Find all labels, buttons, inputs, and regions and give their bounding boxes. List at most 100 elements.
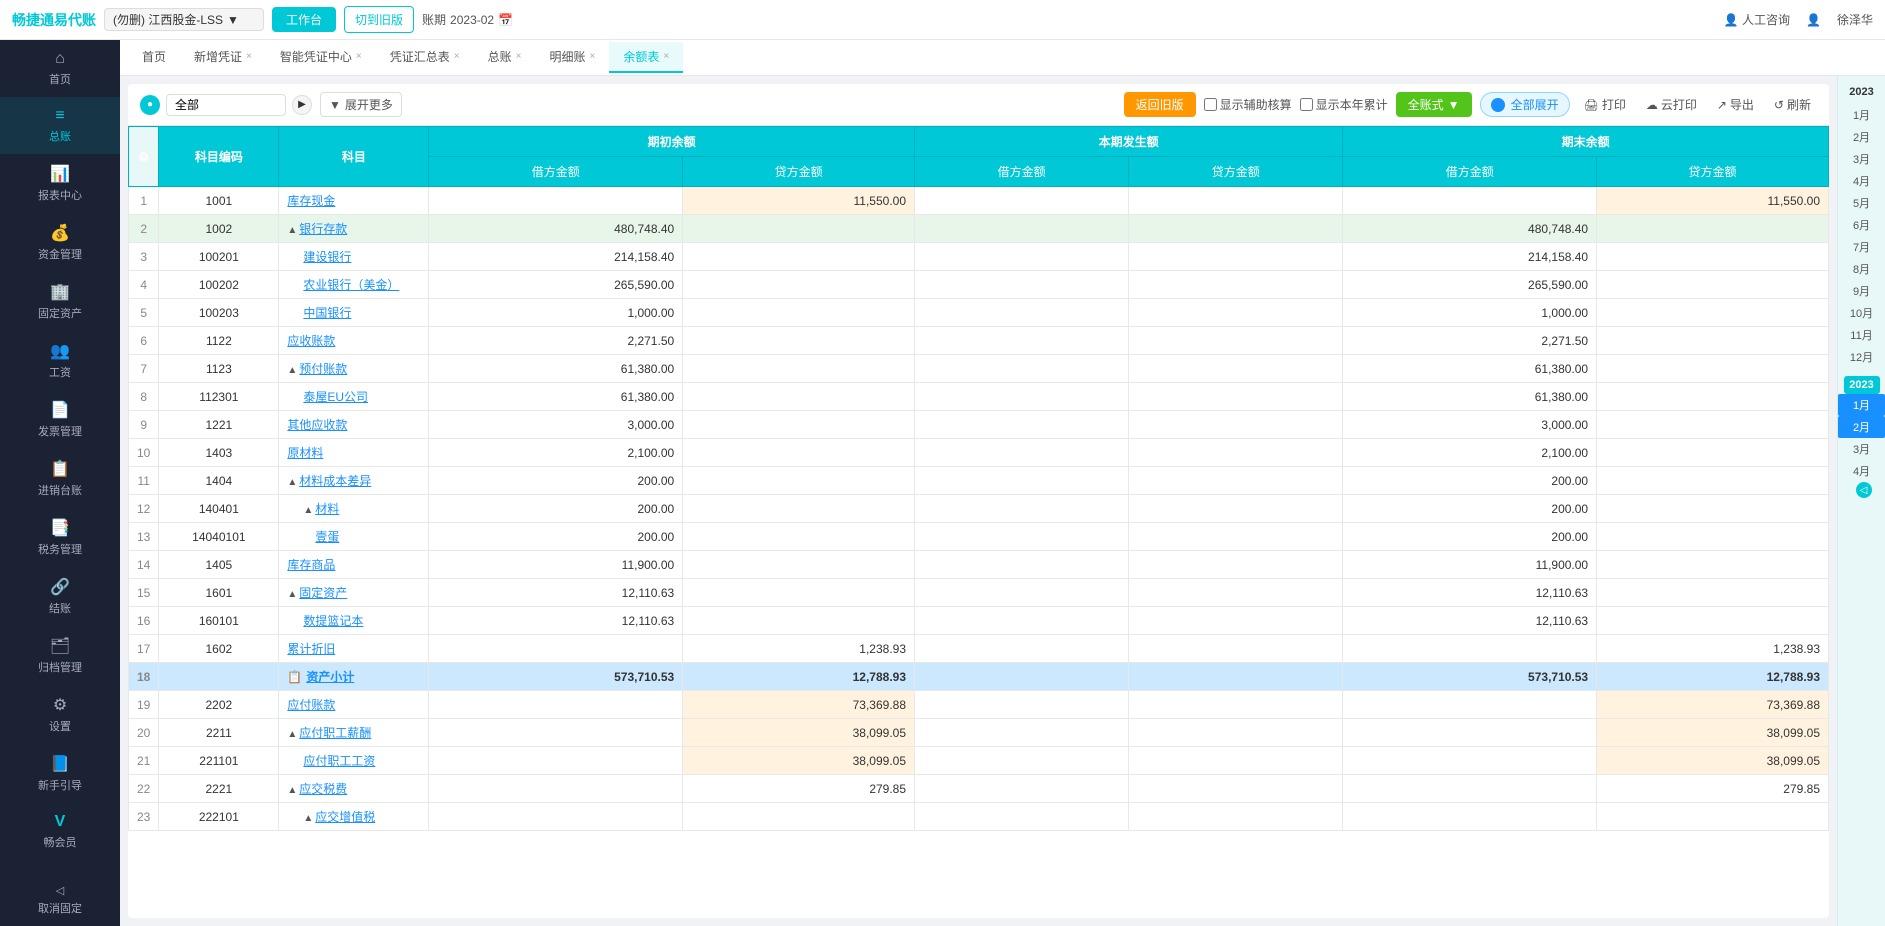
month-current-1[interactable]: 1月 xyxy=(1838,394,1885,416)
subject-name-link[interactable]: 农业银行（美金） xyxy=(303,278,399,292)
subject-name-link[interactable]: 中国银行 xyxy=(303,306,351,320)
month-9[interactable]: 9月 xyxy=(1838,280,1885,302)
cell-name[interactable]: 原材料 xyxy=(279,439,429,467)
company-selector[interactable]: (勿删) 江西股金-LSS ▼ xyxy=(104,8,264,31)
print-btn[interactable]: 🖨 打印 xyxy=(1578,93,1632,116)
col-settings[interactable]: ⚙ xyxy=(129,127,159,187)
sidebar-item-payroll[interactable]: 👥 工资 xyxy=(0,331,120,390)
cell-name[interactable]: 📋资产小计 xyxy=(279,663,429,691)
cell-name[interactable]: 中国银行 xyxy=(279,299,429,327)
sidebar-item-home[interactable]: ⌂ 首页 xyxy=(0,40,120,97)
sidebar-item-guide[interactable]: 📘 新手引导 xyxy=(0,744,120,803)
tab-home[interactable]: 首页 xyxy=(128,42,180,73)
expand-arrow-icon[interactable]: ▲ xyxy=(303,813,313,824)
sidebar-item-invoice[interactable]: 📄 发票管理 xyxy=(0,390,120,449)
month-8[interactable]: 8月 xyxy=(1838,258,1885,280)
subject-name-link[interactable]: 建设银行 xyxy=(303,250,351,264)
workbench-button[interactable]: 工作台 xyxy=(272,7,336,32)
expand-arrow-icon[interactable]: ▲ xyxy=(287,729,297,740)
switch-version-button[interactable]: 切到旧版 xyxy=(344,6,414,33)
cell-name[interactable]: 库存现金 xyxy=(279,187,429,215)
month-current-3[interactable]: 3月 xyxy=(1838,438,1885,460)
tab-close-detail[interactable]: × xyxy=(589,51,595,62)
expand-arrow-icon[interactable]: ▲ xyxy=(287,589,297,600)
sidebar-item-archive[interactable]: 🗂 归档管理 xyxy=(0,626,120,685)
tab-detail-ledger[interactable]: 明细账 × xyxy=(535,42,609,73)
subject-name-link[interactable]: 预付账款 xyxy=(299,362,347,376)
period-calendar-icon[interactable]: 📅 xyxy=(498,13,513,27)
month-current-4[interactable]: 4月 xyxy=(1838,460,1885,482)
return-old-btn[interactable]: 返回旧版 xyxy=(1124,92,1196,117)
format-btn[interactable]: 全账式 ▼ xyxy=(1396,92,1472,117)
cell-name[interactable]: ▲应付职工薪酬 xyxy=(279,719,429,747)
cell-name[interactable]: ▲应交税费 xyxy=(279,775,429,803)
month-4[interactable]: 4月 xyxy=(1838,170,1885,192)
sidebar-item-ledger[interactable]: ≡ 总账 xyxy=(0,97,120,154)
expand-arrow-icon[interactable]: ▲ xyxy=(287,365,297,376)
expand-arrow-icon[interactable]: ▲ xyxy=(303,505,313,516)
subject-name-link[interactable]: 库存现金 xyxy=(287,194,335,208)
month-3[interactable]: 3月 xyxy=(1838,148,1885,170)
export-btn[interactable]: ↗ 导出 xyxy=(1711,93,1760,116)
cell-name[interactable]: 应收账款 xyxy=(279,327,429,355)
month-12[interactable]: 12月 xyxy=(1838,346,1885,368)
cell-name[interactable]: 泰屋EU公司 xyxy=(279,383,429,411)
sidebar-unpin-button[interactable]: ◁ 取消固定 xyxy=(0,874,120,926)
month-1[interactable]: 1月 xyxy=(1838,104,1885,126)
sidebar-item-close[interactable]: 🔗 结账 xyxy=(0,567,120,626)
subject-name-link[interactable]: 原材料 xyxy=(287,446,323,460)
year-2023-label[interactable]: 2023 xyxy=(1845,80,1877,104)
sidebar-item-purchase[interactable]: 📋 进销台账 xyxy=(0,449,120,508)
sidebar-item-settings[interactable]: ⚙ 设置 xyxy=(0,685,120,744)
cell-name[interactable]: 建设银行 xyxy=(279,243,429,271)
month-11[interactable]: 11月 xyxy=(1838,324,1885,346)
subject-name-link[interactable]: 其他应收款 xyxy=(287,418,347,432)
cell-name[interactable]: ▲材料 xyxy=(279,495,429,523)
subject-name-link[interactable]: 数提篮记本 xyxy=(303,614,363,628)
cell-name[interactable]: 库存商品 xyxy=(279,551,429,579)
subject-name-link[interactable]: 泰屋EU公司 xyxy=(303,390,368,404)
sidebar-item-reports[interactable]: 📊 报表中心 xyxy=(0,154,120,213)
month-current-2[interactable]: 2月 xyxy=(1838,416,1885,438)
filter-all-btn[interactable]: ● xyxy=(140,95,160,115)
tab-close-ledger[interactable]: × xyxy=(516,51,522,62)
auxiliary-checkbox[interactable] xyxy=(1204,98,1217,111)
expand-arrow-icon[interactable]: ▲ xyxy=(287,477,297,488)
month-6[interactable]: 6月 xyxy=(1838,214,1885,236)
cell-name[interactable]: ▲应交增值税 xyxy=(279,803,429,831)
show-auxiliary-check[interactable]: 显示辅助核算 xyxy=(1204,96,1292,113)
consult-btn[interactable]: 👤 人工咨询 xyxy=(1724,11,1790,28)
tab-voucher-summary[interactable]: 凭证汇总表 × xyxy=(376,42,474,73)
filter-arrow-btn[interactable]: ▶ xyxy=(292,95,312,115)
tab-ledger[interactable]: 总账 × xyxy=(474,42,536,73)
sidebar-item-fund[interactable]: 💰 资金管理 xyxy=(0,213,120,272)
subject-name-link[interactable]: 固定资产 xyxy=(299,586,347,600)
cumulative-checkbox[interactable] xyxy=(1300,98,1313,111)
cell-name[interactable]: 应付账款 xyxy=(279,691,429,719)
subject-name-link[interactable]: 累计折旧 xyxy=(287,642,335,656)
cell-name[interactable]: ▲银行存款 xyxy=(279,215,429,243)
tab-close-voucher-summary[interactable]: × xyxy=(454,51,460,62)
tab-smart-voucher[interactable]: 智能凭证中心 × xyxy=(266,42,376,73)
cell-name[interactable]: 累计折旧 xyxy=(279,635,429,663)
sidebar-item-assets[interactable]: 🏢 固定资产 xyxy=(0,272,120,331)
expand-more-btn[interactable]: ▼ 展开更多 xyxy=(320,92,402,117)
subject-name-link[interactable]: 材料 xyxy=(315,502,339,516)
subject-name-link[interactable]: 应付职工工资 xyxy=(303,754,375,768)
month-10[interactable]: 10月 xyxy=(1838,302,1885,324)
year-current-label[interactable]: 2023 xyxy=(1844,376,1880,394)
tab-close-smart-voucher[interactable]: × xyxy=(356,51,362,62)
tab-close-balance[interactable]: × xyxy=(663,51,669,62)
year-panel-toggle[interactable]: ◁ xyxy=(1856,482,1872,498)
cell-name[interactable]: ▲固定资产 xyxy=(279,579,429,607)
expand-all-toggle[interactable]: 全部展开 xyxy=(1480,92,1570,117)
show-cumulative-check[interactable]: 显示本年累计 xyxy=(1300,96,1388,113)
tab-new-voucher[interactable]: 新增凭证 × xyxy=(180,42,266,73)
cell-name[interactable]: ▲预付账款 xyxy=(279,355,429,383)
subject-name-link[interactable]: 应交增值税 xyxy=(315,810,375,824)
cell-name[interactable]: 应付职工工资 xyxy=(279,747,429,775)
sidebar-item-member[interactable]: V 畅会员 xyxy=(0,803,120,860)
sidebar-item-tax[interactable]: 📑 税务管理 xyxy=(0,508,120,567)
cell-name[interactable]: ▲材料成本差异 xyxy=(279,467,429,495)
month-5[interactable]: 5月 xyxy=(1838,192,1885,214)
